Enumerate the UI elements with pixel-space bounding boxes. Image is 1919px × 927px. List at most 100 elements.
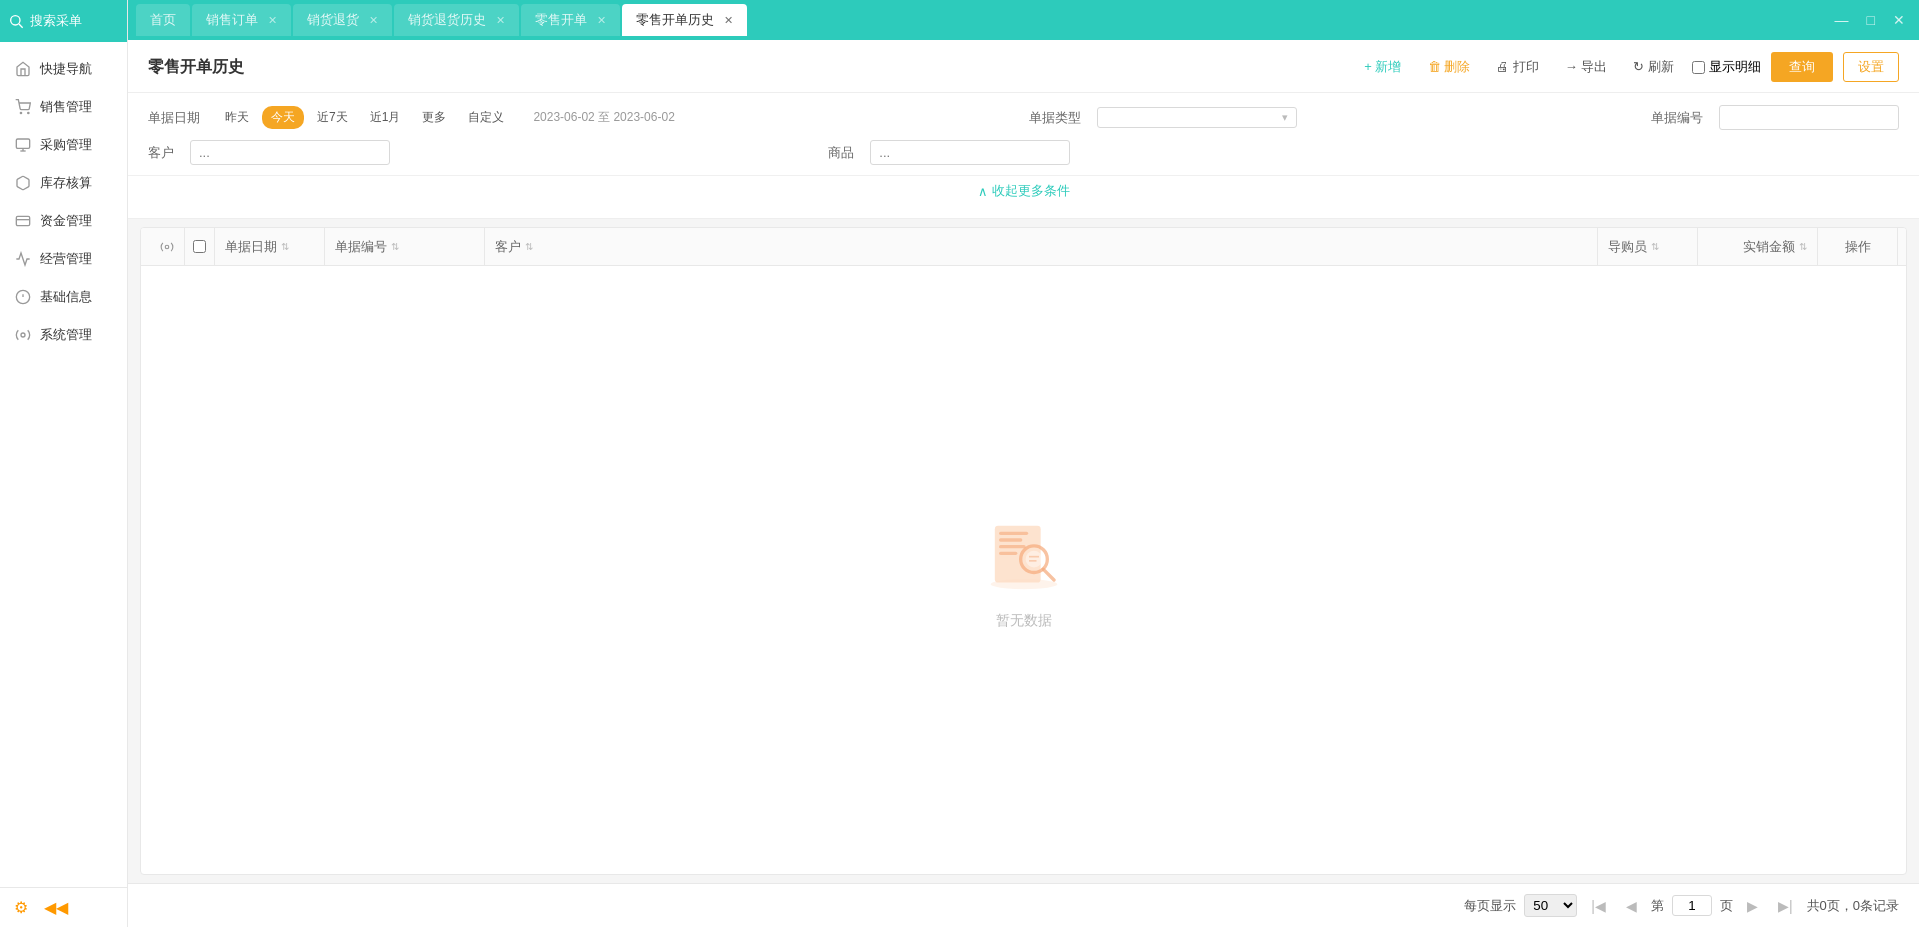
sidebar-item-inventory[interactable]: 库存核算 [0,164,127,202]
close-tab-retail-open[interactable]: ✕ [597,14,606,27]
tab-sales-return[interactable]: 销货退货 ✕ [293,4,392,36]
sidebar-item-label: 库存核算 [40,174,92,192]
close-tab-retail-history[interactable]: ✕ [724,14,733,27]
sidebar-nav: 快捷导航 销售管理 采购管理 [0,42,127,887]
th-guide-label: 导购员 [1608,238,1647,256]
empty-text: 暂无数据 [996,612,1052,630]
page-label: 第 [1651,897,1664,915]
purchase-icon [14,136,32,154]
th-amount[interactable]: 实销金额 ⇅ [1698,228,1818,265]
sidebar-item-quick-nav[interactable]: 快捷导航 [0,50,127,88]
show-detail-checkbox[interactable] [1692,61,1705,74]
sidebar-item-sys-mgmt[interactable]: 系统管理 [0,316,127,354]
collapse-more-label: 收起更多条件 [992,182,1070,200]
home-icon [14,60,32,78]
content-area: 零售开单历史 + 新增 🗑 删除 🖨 打印 → 导出 ↻ 刷新 显示明细 查询 … [128,40,1919,927]
th-guide[interactable]: 导购员 ⇅ [1598,228,1698,265]
sidebar-item-label: 基础信息 [40,288,92,306]
tab-retail-open[interactable]: 零售开单 ✕ [521,4,620,36]
th-date[interactable]: 单据日期 ⇅ [215,228,325,265]
bill-type-select[interactable]: ▾ [1097,107,1297,128]
tab-sales-return-history[interactable]: 销货退货历史 ✕ [394,4,519,36]
show-detail-checkbox-wrap[interactable]: 显示明细 [1692,58,1761,76]
delete-button[interactable]: 🗑 删除 [1420,54,1479,80]
th-customer-label: 客户 [495,238,521,256]
sidebar-item-sales-mgmt[interactable]: 销售管理 [0,88,127,126]
minimize-button[interactable]: — [1829,10,1855,30]
bill-type-label: 单据类型 [1029,109,1081,127]
add-button[interactable]: + 新增 [1356,54,1409,80]
show-detail-label: 显示明细 [1709,58,1761,76]
close-tab-sales-return[interactable]: ✕ [369,14,378,27]
last-month-btn[interactable]: 近1月 [361,106,410,129]
sidebar-search[interactable]: 搜索采单 [0,0,127,42]
collapse-more-btn[interactable]: ∧ 收起更多条件 [148,176,1899,206]
th-customer[interactable]: 客户 ⇅ [485,228,1598,265]
tab-retail-open-label: 零售开单 [535,11,587,29]
print-button[interactable]: 🖨 打印 [1488,54,1547,80]
th-checkbox[interactable] [185,228,215,265]
filter-row-1: 单据日期 昨天 今天 近7天 近1月 更多 自定义 2023-06-02 至 2… [148,105,1899,130]
settings-button[interactable]: 设置 [1843,52,1899,82]
svg-rect-16 [999,532,1028,535]
sidebar-item-operations[interactable]: 经营管理 [0,240,127,278]
sort-icon-amount: ⇅ [1799,241,1807,252]
refresh-button[interactable]: ↻ 刷新 [1625,54,1682,80]
tab-home[interactable]: 首页 [136,4,190,36]
base-info-icon [14,288,32,306]
goods-input[interactable] [870,140,1070,165]
sidebar-item-finance[interactable]: 资金管理 [0,202,127,240]
tab-sales-return-label: 销货退货 [307,11,359,29]
window-controls: — □ ✕ [1829,10,1911,30]
first-page-btn[interactable]: |◀ [1585,896,1612,916]
sidebar-item-base-info[interactable]: 基础信息 [0,278,127,316]
close-window-button[interactable]: ✕ [1887,10,1911,30]
last-page-btn[interactable]: ▶| [1772,896,1799,916]
operations-icon [14,250,32,268]
bill-no-input[interactable] [1719,105,1899,130]
query-button[interactable]: 查询 [1771,52,1833,82]
close-tab-sales-order[interactable]: ✕ [268,14,277,27]
gear-icon[interactable]: ⚙ [14,898,28,917]
inventory-icon [14,174,32,192]
svg-point-0 [11,16,20,25]
today-btn[interactable]: 今天 [262,106,304,129]
sidebar-item-label: 系统管理 [40,326,92,344]
sidebar-item-purchase-mgmt[interactable]: 采购管理 [0,126,127,164]
per-page-select[interactable]: 50 10 20 100 [1524,894,1577,917]
th-orderno-label: 单据编号 [335,238,387,256]
tab-retail-history[interactable]: 零售开单历史 ✕ [622,4,747,36]
more-date-btn[interactable]: 更多 [413,106,455,129]
th-action-label: 操作 [1845,238,1871,256]
toolbar: + 新增 🗑 删除 🖨 打印 → 导出 ↻ 刷新 显示明细 查询 设置 [1356,52,1899,92]
prev-page-btn[interactable]: ◀ [1620,896,1643,916]
custom-date-btn[interactable]: 自定义 [459,106,513,129]
close-tab-sales-return-history[interactable]: ✕ [496,14,505,27]
th-orderno[interactable]: 单据编号 ⇅ [325,228,485,265]
select-all-checkbox[interactable] [193,240,206,253]
th-settings[interactable] [149,228,185,265]
sort-icon-orderno: ⇅ [391,241,399,252]
th-action: 操作 [1818,228,1898,265]
collapse-sidebar-icon[interactable]: ◀◀ [44,898,68,917]
next-page-btn[interactable]: ▶ [1741,896,1764,916]
sidebar-item-label: 销售管理 [40,98,92,116]
th-amount-label: 实销金额 [1743,238,1795,256]
sidebar-item-label: 资金管理 [40,212,92,230]
svg-rect-19 [999,552,1017,555]
svg-rect-4 [16,139,29,148]
page-number-input[interactable] [1672,895,1712,916]
maximize-button[interactable]: □ [1861,10,1881,30]
customer-input[interactable] [190,140,390,165]
last7-btn[interactable]: 近7天 [308,106,357,129]
export-button[interactable]: → 导出 [1557,54,1616,80]
sidebar-search-label: 搜索采单 [30,12,82,30]
pagination: 每页显示 50 10 20 100 |◀ ◀ 第 页 ▶ ▶| 共0页，0条记录 [128,883,1919,927]
svg-rect-7 [16,216,29,225]
svg-rect-17 [999,538,1022,541]
yesterday-btn[interactable]: 昨天 [216,106,258,129]
sort-icon-date: ⇅ [281,241,289,252]
tab-sales-order[interactable]: 销售订单 ✕ [192,4,291,36]
tab-retail-history-label: 零售开单历史 [636,11,714,29]
table-header: 单据日期 ⇅ 单据编号 ⇅ 客户 ⇅ 导购员 ⇅ 实销金额 ⇅ [141,228,1906,266]
